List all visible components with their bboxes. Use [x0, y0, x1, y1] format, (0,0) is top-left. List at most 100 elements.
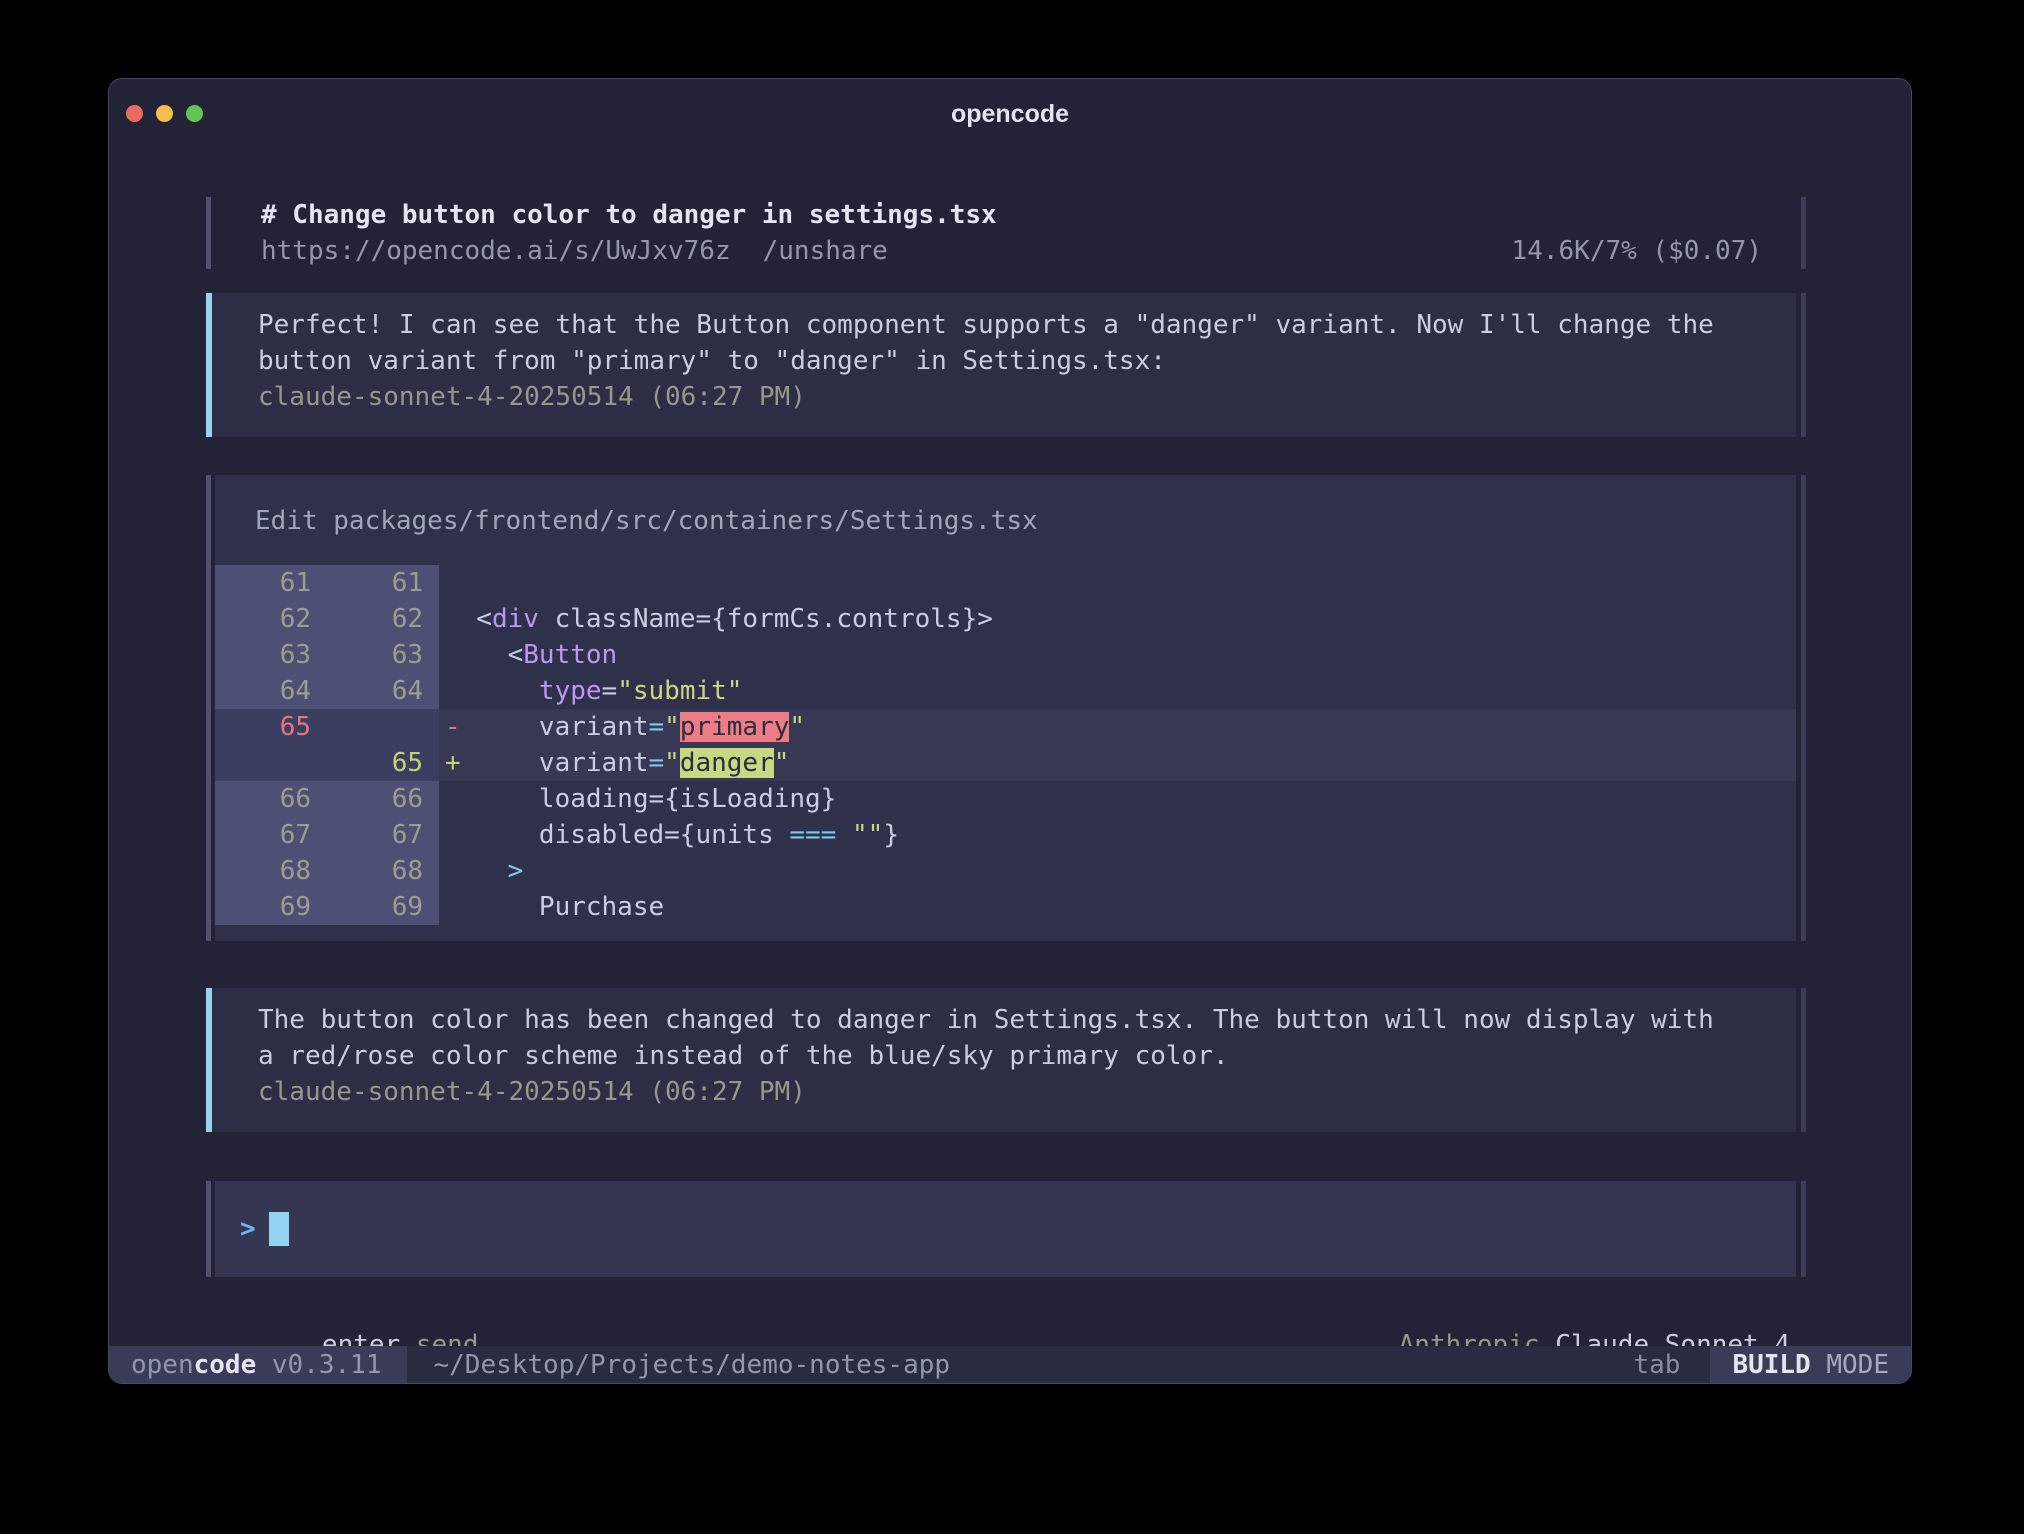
- diff-line-number-new: 69: [327, 889, 439, 925]
- assistant-message: Perfect! I can see that the Button compo…: [206, 293, 1806, 437]
- diff-code-line: <div className={formCs.controls}>: [439, 601, 1796, 637]
- diff-code-line: Purchase: [439, 889, 1796, 925]
- mode-label-bold: BUILD: [1732, 1350, 1810, 1380]
- code-token: =: [602, 676, 618, 706]
- diff-row: 6666 loading={isLoading}: [215, 781, 1796, 817]
- code-token: <: [445, 604, 492, 634]
- diff-code-line: disabled={units === ""}: [439, 817, 1796, 853]
- message-text: The button color has been changed to dan…: [258, 1002, 1766, 1074]
- code-token: type: [539, 676, 602, 706]
- app-name-open: open: [131, 1350, 194, 1380]
- traffic-lights: [126, 105, 203, 122]
- status-bar: opencode v0.3.11 ~/Desktop/Projects/demo…: [109, 1346, 1911, 1383]
- diff-row: 65+ variant="danger": [215, 745, 1796, 781]
- diff-line-number-old: [215, 745, 327, 781]
- code-token: }: [883, 820, 899, 850]
- code-token: ": [664, 748, 680, 778]
- header-right-rule: [1801, 197, 1806, 269]
- code-token: >: [508, 856, 524, 886]
- session-title: # Change button color to danger in setti…: [261, 197, 1762, 233]
- code-token: ===: [789, 820, 836, 850]
- code-token: Button: [523, 640, 617, 670]
- diff-line-number-new: 64: [327, 673, 439, 709]
- diff-line-number-new: 61: [327, 565, 439, 601]
- diff-line-number-old: 66: [215, 781, 327, 817]
- diff-line-number-old: 63: [215, 637, 327, 673]
- diff-line-number-old: 64: [215, 673, 327, 709]
- diff-code-line: <Button: [439, 637, 1796, 673]
- code-token: danger: [680, 748, 774, 778]
- diff-line-number-old: 62: [215, 601, 327, 637]
- message-right-rule: [1801, 293, 1806, 437]
- code-token: [836, 820, 852, 850]
- code-token: loading={isLoading}: [445, 784, 836, 814]
- diff-line-number-new: [327, 709, 439, 745]
- code-token: primary: [680, 712, 790, 742]
- code-token: <: [445, 640, 523, 670]
- message-right-rule: [1801, 988, 1806, 1132]
- edit-tool-title: Edit packages/frontend/src/containers/Se…: [215, 503, 1796, 539]
- diff-line-number-new: 62: [327, 601, 439, 637]
- code-token: ": [664, 712, 680, 742]
- diff-line-number-old: 69: [215, 889, 327, 925]
- diff-row: 6969 Purchase: [215, 889, 1796, 925]
- diff-line-number-old: 61: [215, 565, 327, 601]
- diff-code-line: type="submit": [439, 673, 1796, 709]
- app-name-code: code: [194, 1350, 257, 1380]
- titlebar: opencode: [109, 79, 1911, 143]
- code-token: +: [445, 748, 461, 778]
- message-line: button variant from "primary" to "danger…: [258, 343, 1766, 379]
- zoom-button[interactable]: [186, 105, 203, 122]
- prompt-input[interactable]: >: [215, 1181, 1796, 1277]
- mode-label-rest: MODE: [1826, 1350, 1889, 1380]
- message-meta: claude-sonnet-4-20250514 (06:27 PM): [258, 1074, 1766, 1110]
- tab-key-hint[interactable]: tab: [1633, 1346, 1680, 1383]
- diff-row: 6161: [215, 565, 1796, 601]
- diff-line-number-new: 68: [327, 853, 439, 889]
- mode-chip[interactable]: BUILD MODE: [1710, 1346, 1911, 1383]
- edit-tool-block: Edit packages/frontend/src/containers/Se…: [206, 475, 1806, 941]
- diff-line-number-old: 68: [215, 853, 327, 889]
- code-token: [445, 676, 539, 706]
- diff-line-number-new: 65: [327, 745, 439, 781]
- app-version: [256, 1350, 272, 1380]
- input-right-rule: [1801, 1181, 1806, 1277]
- diff-row: 6363 <Button: [215, 637, 1796, 673]
- prompt-input-block: >: [206, 1181, 1806, 1277]
- diff-line-number-new: 67: [327, 817, 439, 853]
- minimize-button[interactable]: [156, 105, 173, 122]
- code-token: ": [774, 748, 790, 778]
- share-url[interactable]: https://opencode.ai/s/UwJxv76z: [261, 233, 731, 269]
- code-token: variant: [461, 748, 649, 778]
- code-token: disabled={units: [445, 820, 789, 850]
- hint-row: enter send Anthropic Claude Sonnet 4: [206, 1291, 1806, 1327]
- code-token: =: [649, 712, 665, 742]
- diff-line-number-new: 66: [327, 781, 439, 817]
- diff-code-line: loading={isLoading}: [439, 781, 1796, 817]
- close-button[interactable]: [126, 105, 143, 122]
- app-version-number: v0.3.11: [272, 1350, 382, 1380]
- unshare-command[interactable]: /unshare: [763, 233, 888, 269]
- message-text: Perfect! I can see that the Button compo…: [258, 307, 1766, 379]
- diff-row: 6464 type="submit": [215, 673, 1796, 709]
- message-line: Perfect! I can see that the Button compo…: [258, 307, 1766, 343]
- app-version-chip: opencode v0.3.11: [109, 1346, 407, 1383]
- code-token: "": [852, 820, 883, 850]
- diff-code-line: [439, 565, 1796, 601]
- edit-right-rule: [1801, 475, 1806, 941]
- code-token: variant: [461, 712, 649, 742]
- working-directory: ~/Desktop/Projects/demo-notes-app: [433, 1346, 950, 1383]
- code-token: -: [445, 712, 461, 742]
- diff-row: 6262 <div className={formCs.controls}>: [215, 601, 1796, 637]
- diff-line-number-old: 67: [215, 817, 327, 853]
- message-line: a red/rose color scheme instead of the b…: [258, 1038, 1766, 1074]
- code-token: [445, 856, 508, 886]
- code-token: =: [649, 748, 665, 778]
- diff-code-line: >: [439, 853, 1796, 889]
- diff-code-line: + variant="danger": [439, 745, 1796, 781]
- assistant-message: The button color has been changed to dan…: [206, 988, 1806, 1132]
- diff-code-line: - variant="primary": [439, 709, 1796, 745]
- diff-row: 6868 >: [215, 853, 1796, 889]
- diff-row: 6767 disabled={units === ""}: [215, 817, 1796, 853]
- message-meta: claude-sonnet-4-20250514 (06:27 PM): [258, 379, 1766, 415]
